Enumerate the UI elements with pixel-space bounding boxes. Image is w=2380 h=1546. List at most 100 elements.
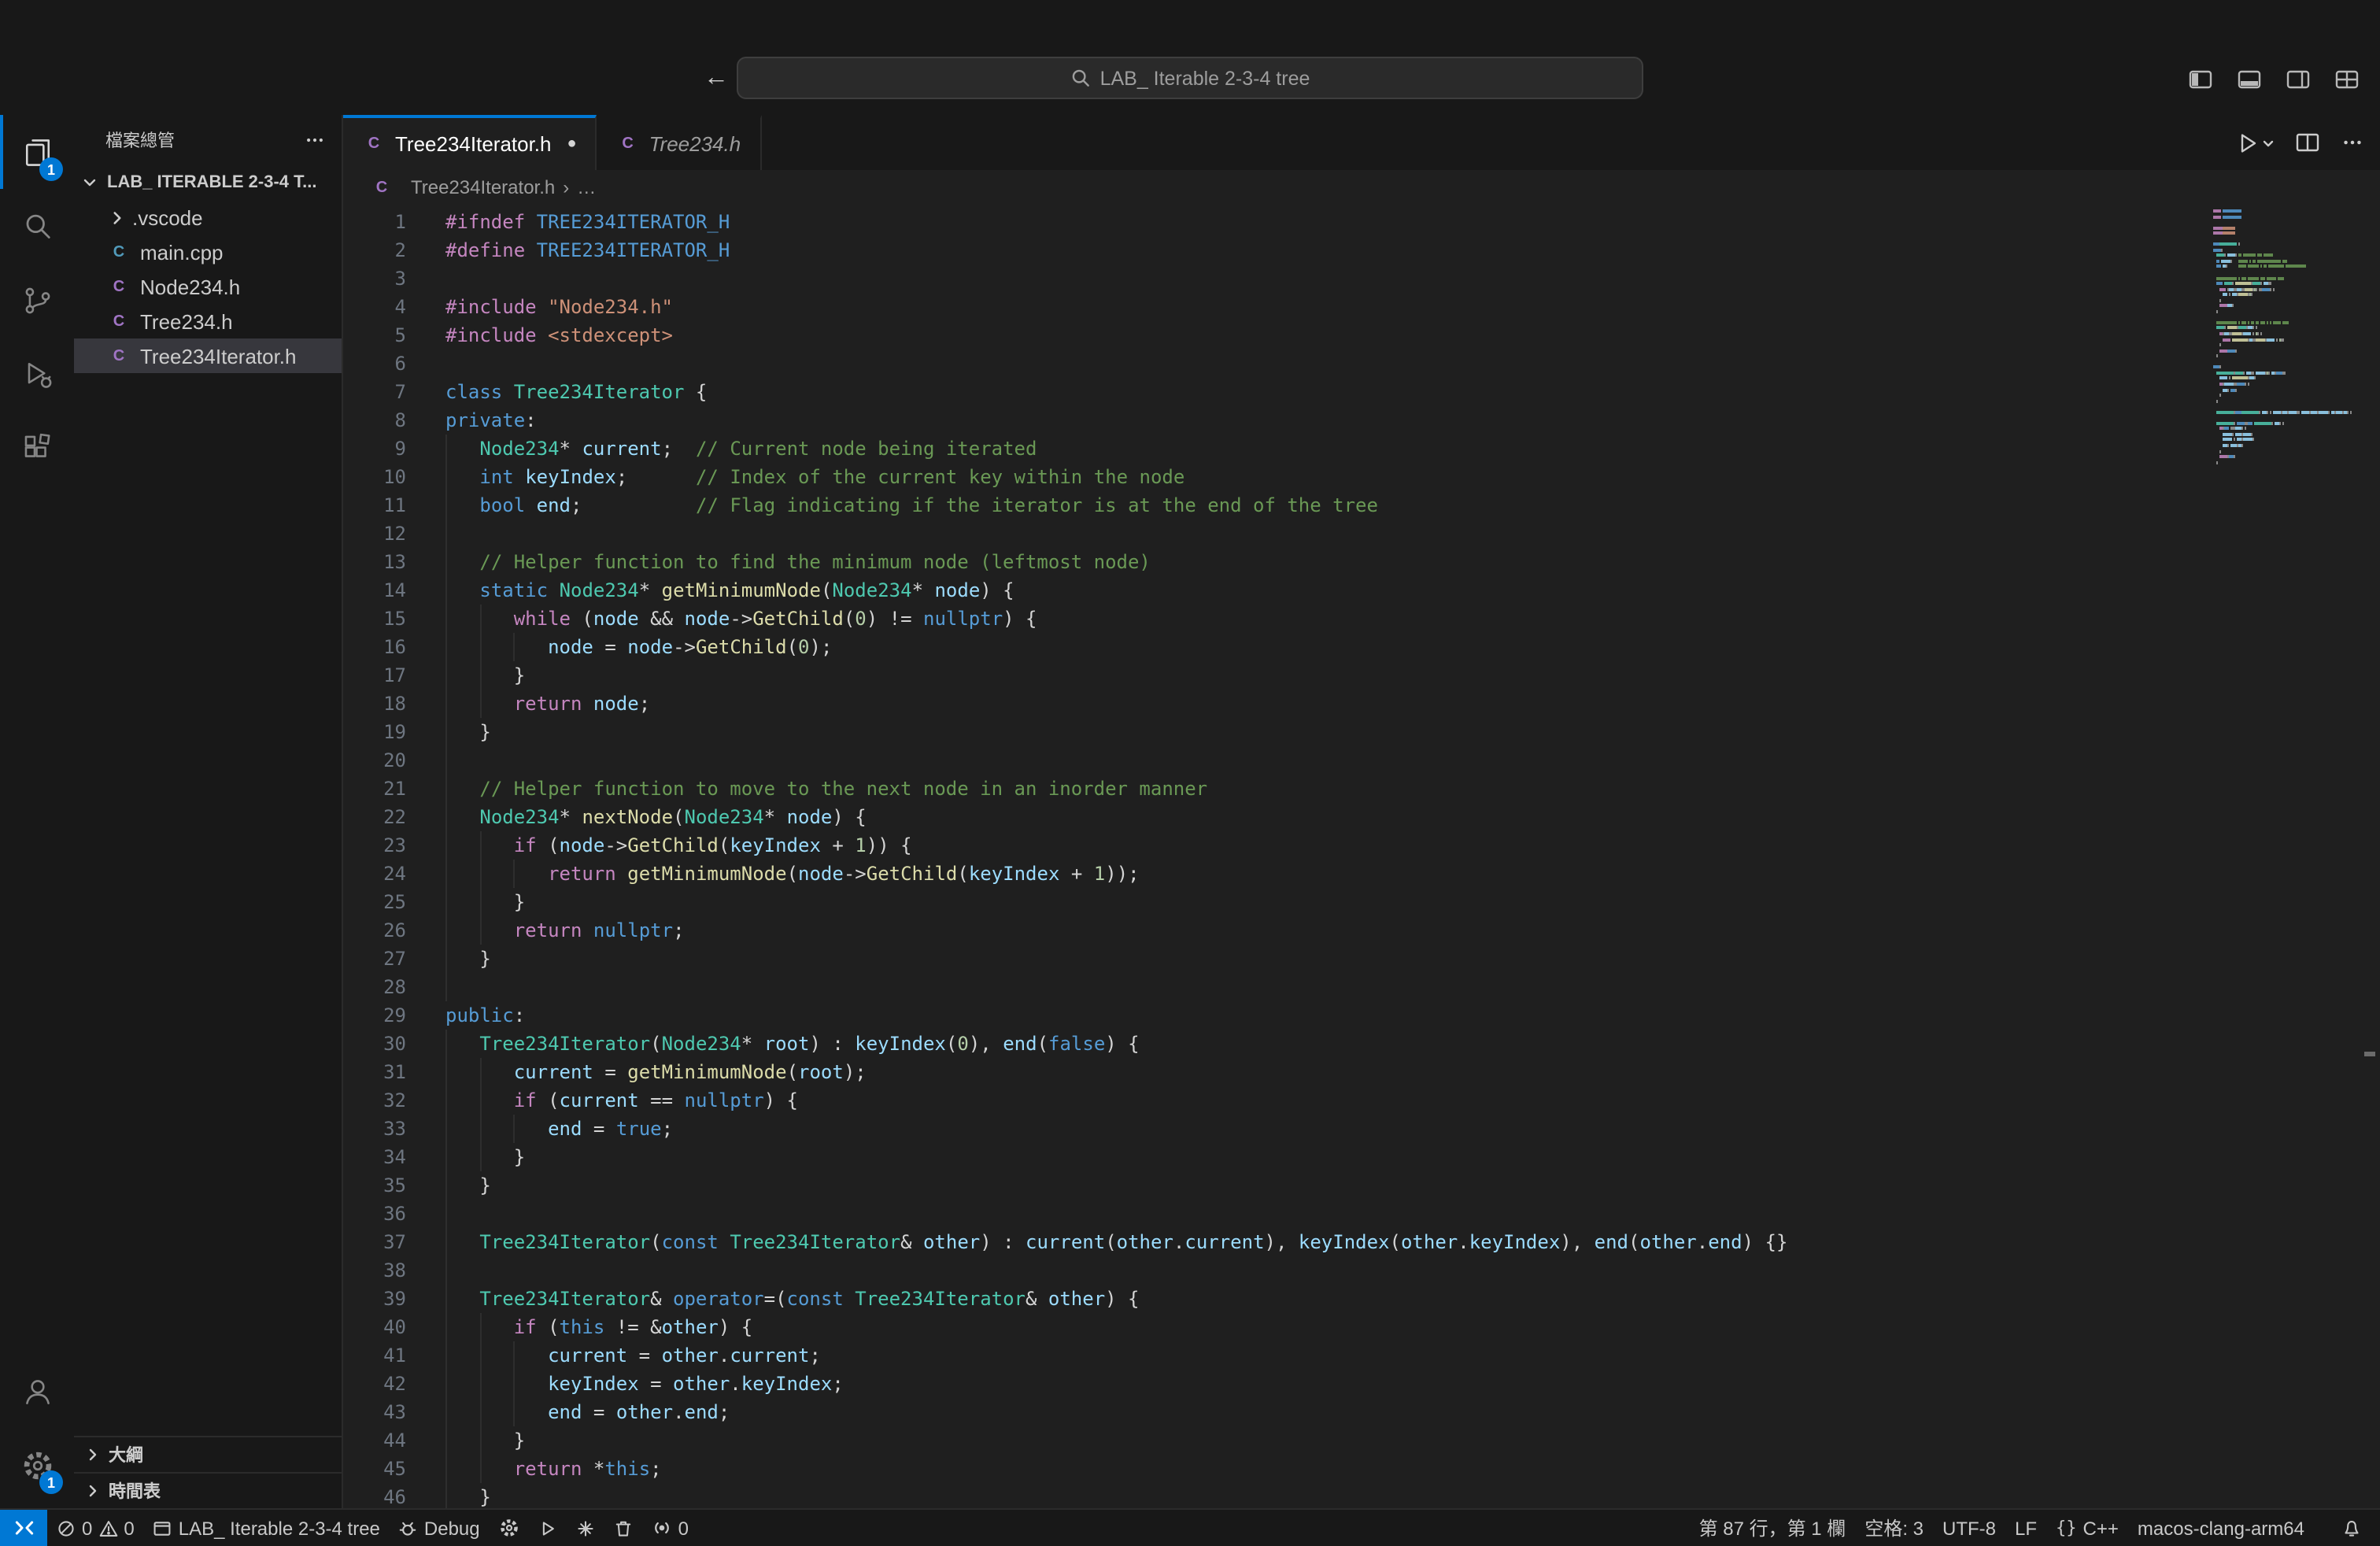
code-line[interactable]: 39 Tree234Iterator& operator=(const Tree… (343, 1285, 2207, 1313)
clean-task[interactable] (567, 1510, 604, 1546)
code-line[interactable]: 26 return nullptr; (343, 916, 2207, 945)
tab-Tree234.h[interactable]: C Tree234.h (597, 115, 762, 170)
activity-item-run-and-debug[interactable] (0, 337, 74, 411)
code-line[interactable]: 14 static Node234* getMinimumNode(Node23… (343, 576, 2207, 605)
code-line[interactable]: 32 if (current == nullptr) { (343, 1086, 2207, 1115)
activity-item-source-control[interactable] (0, 263, 74, 337)
language-mode[interactable]: {} C++ (2046, 1510, 2128, 1546)
run-cpp-file-button[interactable] (2235, 130, 2275, 155)
code-line[interactable]: 33 end = true; (343, 1115, 2207, 1143)
nav-back-button[interactable]: ← (704, 65, 729, 93)
code-line[interactable]: 28 (343, 973, 2207, 1001)
code-line[interactable]: 22 Node234* nextNode(Node234* node) { (343, 803, 2207, 831)
code-line[interactable]: 4 #include "Node234.h" (343, 293, 2207, 321)
toggle-panel-icon[interactable] (2237, 67, 2262, 91)
workspace-task[interactable]: LAB_ Iterable 2-3-4 tree (144, 1510, 390, 1546)
indent-guide (445, 520, 447, 548)
customize-layout-icon[interactable] (2334, 67, 2360, 91)
code-line[interactable]: 5 #include <stdexcept> (343, 321, 2207, 350)
notifications[interactable] (2333, 1510, 2371, 1546)
code-line[interactable]: 11 bool end; // Flag indicating if the i… (343, 491, 2207, 520)
code-line[interactable]: 15 while (node && node->GetChild(0) != n… (343, 605, 2207, 633)
problems[interactable]: 00 (47, 1510, 144, 1546)
code-editor[interactable]: 1 #ifndef TREE234ITERATOR_H 2 #define TREE2… (343, 205, 2380, 1508)
code-line[interactable]: 2 #define TREE234ITERATOR_H (343, 236, 2207, 264)
explorer-more-actions-icon[interactable] (304, 129, 326, 151)
run-task[interactable] (529, 1510, 567, 1546)
code-line[interactable]: 27 } (343, 945, 2207, 973)
ports[interactable]: 0 (642, 1510, 698, 1546)
code-line[interactable]: 46 } (343, 1483, 2207, 1508)
activity-item-search[interactable] (0, 189, 74, 263)
code-line[interactable]: 43 end = other.end; (343, 1398, 2207, 1426)
compiler[interactable]: macos-clang-arm64 (2128, 1510, 2314, 1546)
command-center-search[interactable]: LAB_ Iterable 2-3-4 tree (737, 57, 1643, 99)
code-line[interactable]: 34 } (343, 1143, 2207, 1171)
minimap-line (2213, 449, 2358, 453)
tree-item-Tree234.h[interactable]: C Tree234.h (74, 304, 342, 338)
code-line[interactable]: 44 } (343, 1426, 2207, 1455)
activity-item-extensions[interactable] (0, 411, 74, 485)
code-line[interactable]: 36 (343, 1200, 2207, 1228)
eol[interactable]: LF (2005, 1510, 2046, 1546)
settings-task[interactable] (490, 1510, 529, 1546)
code-line[interactable]: 7 class Tree234Iterator { (343, 378, 2207, 406)
code-line[interactable]: 19 } (343, 718, 2207, 746)
indent-guide (513, 1370, 516, 1398)
tab-Tree234Iterator.h[interactable]: C Tree234Iterator.h ● (343, 115, 597, 170)
indent-guide (445, 1398, 447, 1426)
code-line[interactable]: 23 if (node->GetChild(keyIndex + 1)) { (343, 831, 2207, 860)
activity-item-settings[interactable]: 1 (0, 1428, 74, 1502)
minimap-line (2213, 399, 2358, 403)
activity-badge: 1 (39, 1470, 63, 1494)
code-line[interactable]: 13 // Helper function to find the minimu… (343, 548, 2207, 576)
minimap[interactable] (2213, 209, 2358, 466)
activity-item-accounts[interactable] (0, 1354, 74, 1428)
code-line[interactable]: 45 return *this; (343, 1455, 2207, 1483)
tree-item-Tree234Iterator.h[interactable]: C Tree234Iterator.h (74, 338, 342, 373)
encoding[interactable]: UTF-8 (1933, 1510, 2005, 1546)
tree-item-main.cpp[interactable]: Cmain.cpp (74, 235, 342, 269)
code-line[interactable]: 9 Node234* current; // Current node bein… (343, 435, 2207, 463)
timeline-panel-header[interactable]: 時間表 (74, 1472, 342, 1508)
breadcrumb-symbol[interactable]: … (577, 176, 596, 198)
code-line[interactable]: 35 } (343, 1171, 2207, 1200)
workspace-root-folder[interactable]: LAB_ ITERABLE 2-3-4 T... (74, 165, 342, 200)
code-line[interactable]: 30 Tree234Iterator(Node234* root) : keyI… (343, 1030, 2207, 1058)
code-line[interactable]: 8 private: (343, 406, 2207, 435)
code-line[interactable]: 31 current = getMinimumNode(root); (343, 1058, 2207, 1086)
debug-task[interactable]: Debug (390, 1510, 490, 1546)
tree-item-.vscode[interactable]: .vscode (74, 200, 342, 235)
code-line[interactable]: 29 public: (343, 1001, 2207, 1030)
code-line[interactable]: 17 } (343, 661, 2207, 690)
tree-item-Node234.h[interactable]: C Node234.h (74, 269, 342, 304)
code-line[interactable]: 24 return getMinimumNode(node->GetChild(… (343, 860, 2207, 888)
code-line[interactable]: 41 current = other.current; (343, 1341, 2207, 1370)
code-line[interactable]: 3 (343, 264, 2207, 293)
code-line[interactable]: 20 (343, 746, 2207, 775)
code-line[interactable]: 6 (343, 350, 2207, 378)
activity-item-explorer[interactable]: 1 (0, 115, 74, 189)
code-line[interactable]: 25 } (343, 888, 2207, 916)
toggle-primary-sidebar-icon[interactable] (2188, 67, 2213, 91)
outline-panel-header[interactable]: 大綱 (74, 1436, 342, 1472)
more-actions-icon[interactable] (2341, 131, 2364, 154)
toggle-secondary-sidebar-icon[interactable] (2286, 67, 2311, 91)
modified-dot-icon[interactable]: ● (567, 135, 577, 152)
code-line[interactable]: 1 #ifndef TREE234ITERATOR_H (343, 208, 2207, 236)
split-editor-icon[interactable] (2295, 131, 2320, 154)
code-line[interactable]: 18 return node; (343, 690, 2207, 718)
breadcrumb-file[interactable]: Tree234Iterator.h (411, 176, 555, 198)
remote-indicator[interactable] (0, 1510, 47, 1546)
code-line[interactable]: 12 (343, 520, 2207, 548)
cursor-position[interactable]: 第 87 行，第 1 欄 (1690, 1510, 1856, 1546)
code-line[interactable]: 42 keyIndex = other.keyIndex; (343, 1370, 2207, 1398)
code-line[interactable]: 37 Tree234Iterator(const Tree234Iterator… (343, 1228, 2207, 1256)
code-line[interactable]: 10 int keyIndex; // Index of the current… (343, 463, 2207, 491)
indentation[interactable]: 空格: 3 (1855, 1510, 1933, 1546)
code-line[interactable]: 16 node = node->GetChild(0); (343, 633, 2207, 661)
delete-task[interactable] (604, 1510, 642, 1546)
code-line[interactable]: 40 if (this != &other) { (343, 1313, 2207, 1341)
code-line[interactable]: 21 // Helper function to move to the nex… (343, 775, 2207, 803)
code-line[interactable]: 38 (343, 1256, 2207, 1285)
